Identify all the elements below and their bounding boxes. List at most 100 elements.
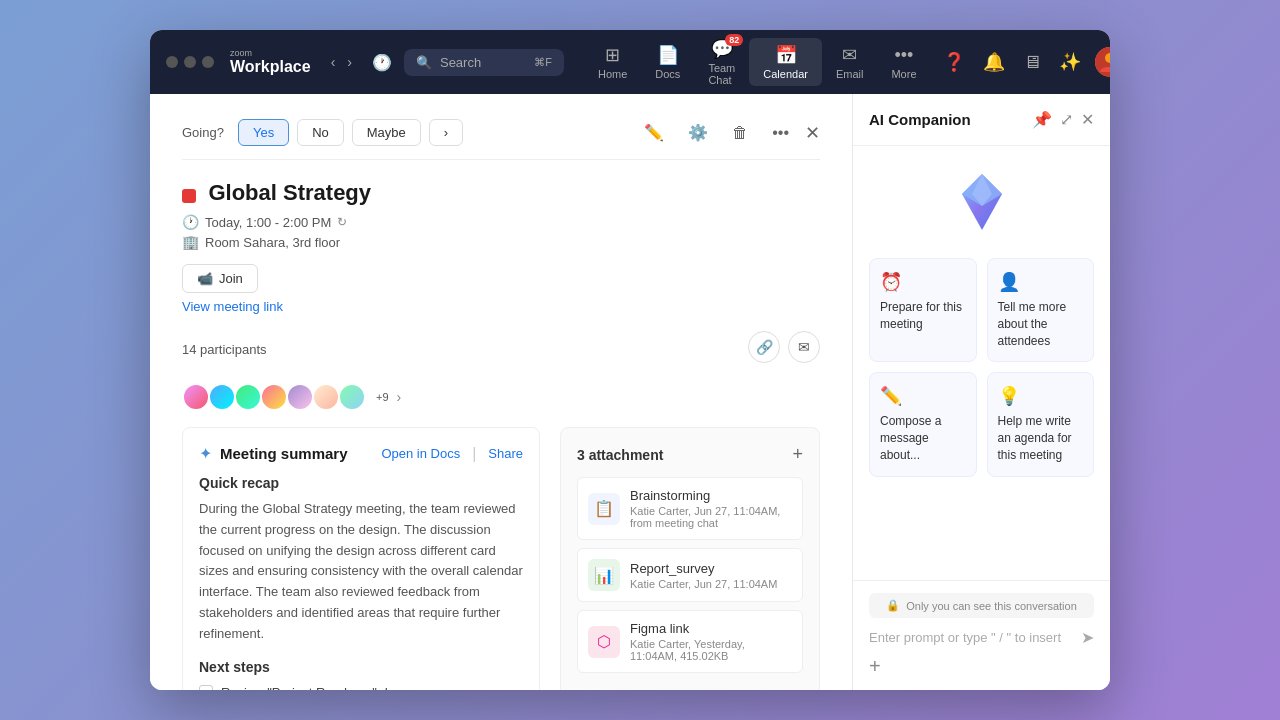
ai-actions-grid: ⏰ Prepare for this meeting 👤 Tell me mor… (869, 258, 1094, 477)
ai-companion-panel: AI Companion 📌 ⤢ ✕ (852, 94, 1110, 690)
sparkle-icon: ✦ (199, 444, 212, 463)
attach-info-3: Figma link Katie Carter, Yesterday, 11:0… (630, 621, 792, 662)
summary-header: ✦ Meeting summary Open in Docs | Share (199, 444, 523, 463)
next-steps-label: Next steps (199, 659, 523, 675)
ai-icon[interactable]: ✨ (1055, 47, 1085, 77)
participants-chevron[interactable]: › (397, 389, 402, 405)
email-icon: ✉ (842, 44, 857, 66)
help-icon[interactable]: ❓ (939, 47, 969, 77)
calendar-icon: 📅 (775, 44, 797, 66)
event-meta: 🕐 Today, 1:00 - 2:00 PM ↻ 🏢 Room Sahara,… (182, 214, 820, 250)
attach-item-3[interactable]: ⬡ Figma link Katie Carter, Yesterday, 11… (577, 610, 803, 673)
quick-recap-label: Quick recap (199, 475, 523, 491)
back-arrow[interactable]: ‹ (327, 50, 340, 74)
search-bar[interactable]: 🔍 Search ⌘F (404, 49, 564, 76)
nav-item-more[interactable]: ••• More (877, 39, 930, 86)
ai-add-button[interactable]: + (869, 655, 881, 678)
join-button-icon: 📹 (197, 271, 213, 286)
participant-avatar-4 (260, 383, 288, 411)
chat-badge: 82 (725, 34, 743, 46)
search-shortcut: ⌘F (534, 56, 552, 69)
open-in-docs-link[interactable]: Open in Docs (381, 446, 460, 461)
forward-arrow[interactable]: › (343, 50, 356, 74)
nav-item-email[interactable]: ✉ Email (822, 38, 878, 86)
edit-icon[interactable]: ✏️ (636, 118, 672, 147)
attach-icon-1: 📋 (588, 493, 620, 525)
attach-title: 3 attachment (577, 447, 663, 463)
traffic-light-1[interactable] (166, 56, 178, 68)
zoom-workplace: Workplace (230, 58, 311, 76)
ai-send-button[interactable]: ➤ (1081, 628, 1094, 647)
ai-title: AI Companion (869, 111, 1024, 128)
nav-items: ⊞ Home 📄 Docs 💬 82 Team Chat 📅 Calendar … (584, 32, 931, 92)
rsvp-chevron-button[interactable]: › (429, 119, 463, 146)
attach-name-1: Brainstorming (630, 488, 792, 503)
ai-input-row: ➤ (869, 628, 1094, 647)
attendees-label: Tell me more about the attendees (998, 299, 1084, 349)
participant-actions: 🔗 ✉ (748, 331, 820, 363)
nav-item-home[interactable]: ⊞ Home (584, 38, 641, 86)
participant-avatar-7 (338, 383, 366, 411)
close-button[interactable]: ✕ (805, 122, 820, 144)
rsvp-maybe-button[interactable]: Maybe (352, 119, 421, 146)
join-button-label: Join (219, 271, 243, 286)
ai-action-agenda[interactable]: 💡 Help me write an agenda for this meeti… (987, 372, 1095, 476)
attach-icon-3: ⬡ (588, 626, 620, 658)
participant-avatar-6 (312, 383, 340, 411)
prepare-label: Prepare for this meeting (880, 299, 966, 333)
event-header: Global Strategy 🕐 Today, 1:00 - 2:00 PM … (182, 180, 820, 315)
summary-title: Meeting summary (220, 445, 373, 462)
nav-arrows: ‹ › (327, 50, 356, 74)
ai-action-attendees[interactable]: 👤 Tell me more about the attendees (987, 258, 1095, 362)
delete-icon[interactable]: 🗑 (724, 119, 756, 147)
join-button[interactable]: 📹 Join (182, 264, 258, 293)
titlebar: zoom Workplace ‹ › 🕐 🔍 Search ⌘F ⊞ Home … (150, 30, 1110, 94)
view-meeting-link[interactable]: View meeting link (182, 299, 283, 314)
notifications-icon[interactable]: 🔔 (979, 47, 1009, 77)
ai-expand-icon[interactable]: ⤢ (1060, 110, 1073, 129)
history-icon[interactable]: 🕐 (372, 53, 392, 72)
user-avatar[interactable] (1095, 47, 1111, 77)
settings-icon[interactable]: ⚙️ (680, 118, 716, 147)
event-toolbar: Going? Yes No Maybe › ✏️ ⚙️ 🗑 ••• ✕ (182, 118, 820, 160)
nav-item-docs[interactable]: 📄 Docs (641, 38, 694, 86)
screen-icon[interactable]: 🖥 (1019, 48, 1045, 77)
traffic-light-3[interactable] (202, 56, 214, 68)
event-location: Room Sahara, 3rd floor (205, 235, 340, 250)
search-placeholder: Search (440, 55, 481, 70)
titlebar-right: ❓ 🔔 🖥 ✨ (939, 47, 1111, 77)
copy-link-button[interactable]: 🔗 (748, 331, 780, 363)
participant-avatar-1 (182, 383, 210, 411)
nav-item-calendar[interactable]: 📅 Calendar (749, 38, 822, 86)
nav-item-team-chat[interactable]: 💬 82 Team Chat (694, 32, 749, 92)
ai-pin-icon[interactable]: 📌 (1032, 110, 1052, 129)
ai-action-prepare[interactable]: ⏰ Prepare for this meeting (869, 258, 977, 362)
step-checkbox-1[interactable] (199, 685, 213, 690)
rsvp-yes-button[interactable]: Yes (238, 119, 289, 146)
nav-label-home: Home (598, 68, 627, 80)
nav-label-email: Email (836, 68, 864, 80)
email-participants-button[interactable]: ✉ (788, 331, 820, 363)
attach-header: 3 attachment + (577, 444, 803, 465)
rsvp-no-button[interactable]: No (297, 119, 344, 146)
nav-label-chat: Team Chat (708, 62, 735, 86)
nav-label-docs: Docs (655, 68, 680, 80)
share-link[interactable]: Share (488, 446, 523, 461)
ai-prompt-input[interactable] (869, 630, 1073, 645)
traffic-light-2[interactable] (184, 56, 196, 68)
meeting-summary-section: ✦ Meeting summary Open in Docs | Share Q… (182, 427, 540, 690)
compose-label: Compose a message about... (880, 413, 966, 463)
attach-item-2[interactable]: 📊 Report_survey Katie Carter, Jun 27, 11… (577, 548, 803, 602)
ai-close-icon[interactable]: ✕ (1081, 110, 1094, 129)
ai-action-compose[interactable]: ✏️ Compose a message about... (869, 372, 977, 476)
attach-meta-2: Katie Carter, Jun 27, 11:04AM (630, 578, 792, 590)
avatar-more: +9 (376, 391, 389, 403)
add-attachment-button[interactable]: + (792, 444, 803, 465)
home-icon: ⊞ (605, 44, 620, 66)
attach-icon-2: 📊 (588, 559, 620, 591)
more-options-icon[interactable]: ••• (764, 119, 797, 147)
ai-body: ⏰ Prepare for this meeting 👤 Tell me mor… (853, 146, 1110, 580)
ai-privacy-note: 🔒 Only you can see this conversation (869, 593, 1094, 618)
attach-item-1[interactable]: 📋 Brainstorming Katie Carter, Jun 27, 11… (577, 477, 803, 540)
nav-label-calendar: Calendar (763, 68, 808, 80)
